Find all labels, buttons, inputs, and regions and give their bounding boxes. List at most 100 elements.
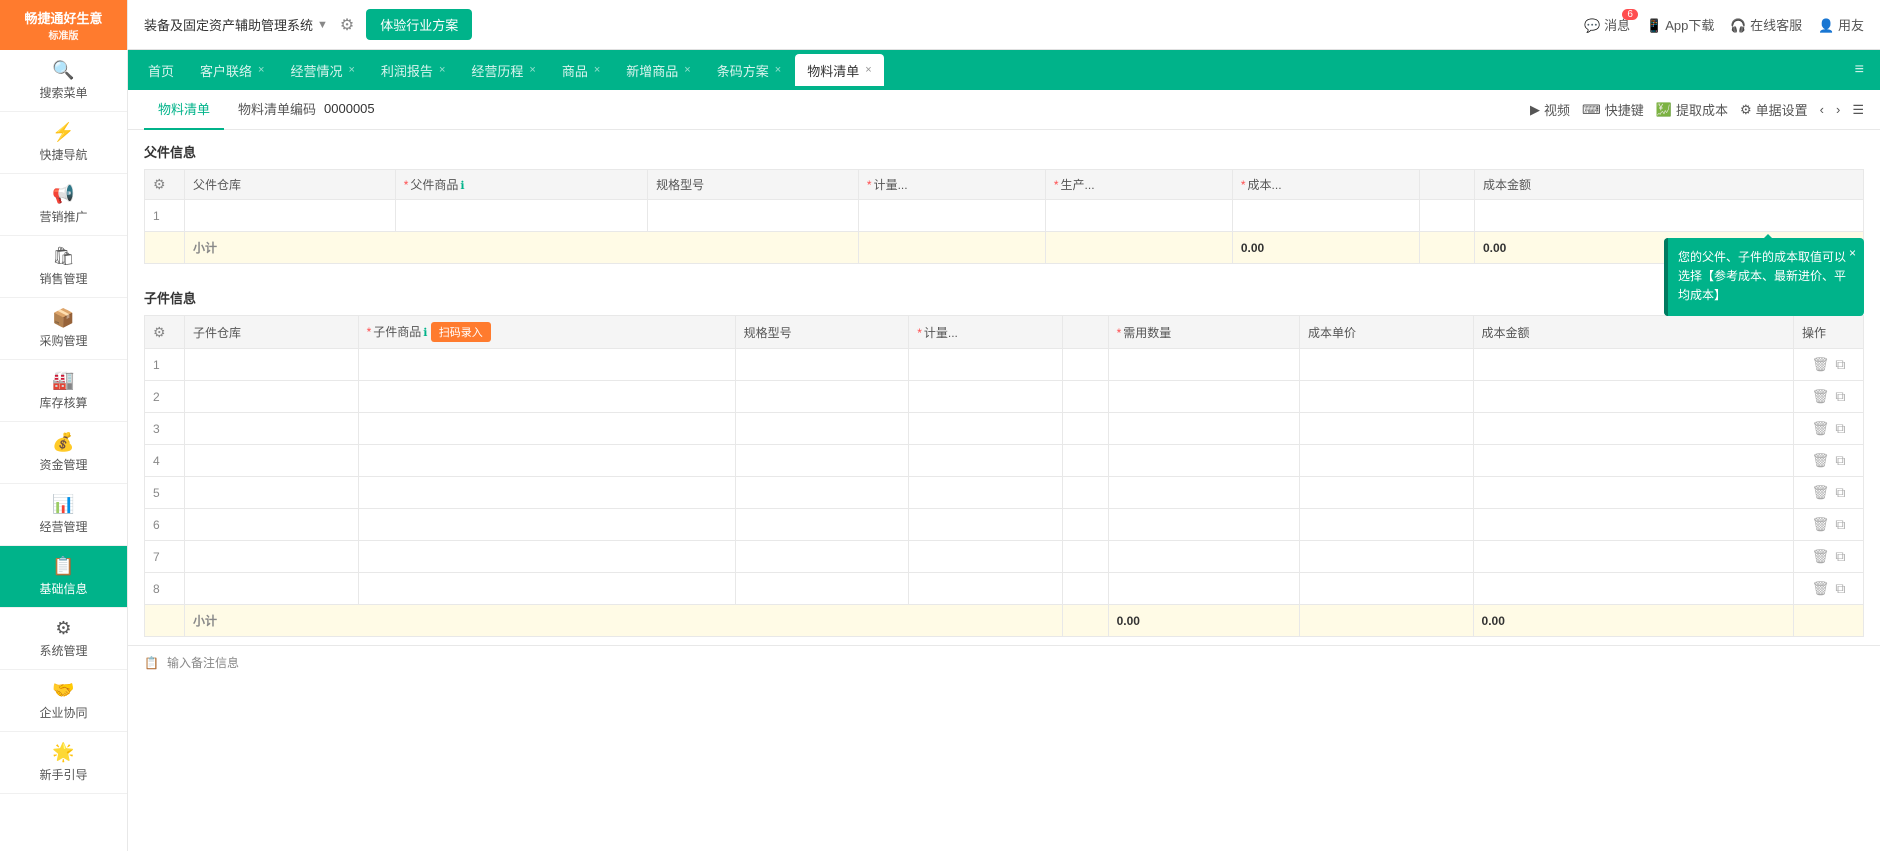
child-row-needed-qty[interactable] [1108,445,1299,477]
delete-icon[interactable]: 🗑 [1812,548,1830,565]
child-row-needed-qty[interactable] [1108,509,1299,541]
tab-profit-close-icon[interactable]: × [439,64,445,76]
child-row-quantity[interactable] [909,349,1063,381]
sidebar-item-inventory[interactable]: 🏭 库存核算 [0,360,127,422]
child-row-quantity[interactable] [909,445,1063,477]
child-row-quantity[interactable] [909,381,1063,413]
parent-row-spec[interactable] [648,200,859,232]
copy-icon[interactable]: ⧉ [1835,356,1845,373]
message-btn[interactable]: 💬 消息 6 [1584,15,1630,34]
child-row-needed-qty[interactable] [1108,541,1299,573]
parent-row-quantity[interactable] [858,200,1045,232]
child-row-goods[interactable] [358,445,735,477]
sidebar-item-basic-info[interactable]: 📋 基础信息 [0,546,127,608]
child-row-warehouse[interactable] [185,445,359,477]
tab-bom-close-icon[interactable]: × [865,64,871,76]
copy-icon[interactable]: ⧉ [1835,516,1845,533]
child-row-extra[interactable] [1063,541,1108,573]
child-row-warehouse[interactable] [185,413,359,445]
delete-icon[interactable]: 🗑 [1812,484,1830,501]
child-row-warehouse[interactable] [185,573,359,605]
extract-cost-btn[interactable]: 💹 提取成本 [1656,100,1728,119]
child-row-spec[interactable] [735,349,909,381]
child-row-warehouse[interactable] [185,509,359,541]
child-row-spec[interactable] [735,509,909,541]
tab-history-close-icon[interactable]: × [529,64,535,76]
child-row-warehouse[interactable] [185,349,359,381]
child-row-goods[interactable] [358,413,735,445]
tab-profit-report[interactable]: 利润报告 × [369,54,457,86]
child-row-unit-cost[interactable] [1299,381,1473,413]
tab-ops-history[interactable]: 经营历程 × [459,54,547,86]
sidebar-item-finance[interactable]: 💰 资金管理 [0,422,127,484]
sidebar-item-system[interactable]: ⚙ 系统管理 [0,608,127,670]
sidebar-item-sales[interactable]: 🛍 销售管理 [0,236,127,298]
child-row-needed-qty[interactable] [1108,413,1299,445]
child-row-quantity[interactable] [909,541,1063,573]
tab-barcode[interactable]: 条码方案 × [705,54,793,86]
tab-goods[interactable]: 商品 × [550,54,612,86]
copy-icon[interactable]: ⧉ [1835,580,1845,597]
single-settings-btn[interactable]: ⚙ 单据设置 [1740,100,1808,119]
copy-icon[interactable]: ⧉ [1835,420,1845,437]
child-row-goods[interactable] [358,509,735,541]
sidebar-item-enterprise[interactable]: 🤝 企业协同 [0,670,127,732]
app-download-btn[interactable]: 📱 App下载 [1646,15,1714,34]
child-row-extra[interactable] [1063,445,1108,477]
child-row-spec[interactable] [735,573,909,605]
child-row-quantity[interactable] [909,413,1063,445]
child-row-needed-qty[interactable] [1108,381,1299,413]
child-row-extra[interactable] [1063,509,1108,541]
user-avatar[interactable]: 👤 用友 [1818,15,1864,34]
tab-barcode-close-icon[interactable]: × [775,64,781,76]
child-row-quantity[interactable] [909,573,1063,605]
copy-icon[interactable]: ⧉ [1835,452,1845,469]
parent-row-goods[interactable] [395,200,647,232]
child-row-warehouse[interactable] [185,381,359,413]
child-row-unit-cost[interactable] [1299,541,1473,573]
delete-icon[interactable]: 🗑 [1812,580,1830,597]
child-row-spec[interactable] [735,477,909,509]
tab-addgoods-close-icon[interactable]: × [684,64,690,76]
parent-row-extra[interactable] [1419,200,1474,232]
tab-add-goods[interactable]: 新增商品 × [614,54,702,86]
settings-gear-icon[interactable]: ⚙ [153,176,166,192]
sub-tab-bom-list[interactable]: 物料清单 [144,90,224,130]
child-row-unit-cost[interactable] [1299,349,1473,381]
parent-row-warehouse[interactable] [185,200,396,232]
child-row-spec[interactable] [735,413,909,445]
experience-btn[interactable]: 体验行业方案 [366,9,472,40]
child-row-spec[interactable] [735,445,909,477]
child-row-spec[interactable] [735,381,909,413]
sub-tab-bom-code[interactable]: 物料清单编码 0000005 [224,90,389,130]
delete-icon[interactable]: 🗑 [1812,356,1830,373]
child-row-goods[interactable] [358,381,735,413]
tab-ops-close-icon[interactable]: × [348,64,354,76]
sidebar-item-search[interactable]: 🔍 搜索菜单 [0,50,127,112]
child-row-goods[interactable] [358,349,735,381]
child-row-unit-cost[interactable] [1299,509,1473,541]
video-btn[interactable]: ▶ 视频 [1530,100,1570,119]
child-row-quantity[interactable] [909,477,1063,509]
child-row-extra[interactable] [1063,573,1108,605]
scan-btn[interactable]: 扫码录入 [431,322,491,342]
tab-bom-list[interactable]: 物料清单 × [795,54,883,86]
nav-prev-icon[interactable]: ‹ [1820,102,1824,117]
child-row-extra[interactable] [1063,349,1108,381]
online-service-btn[interactable]: 🎧 在线客服 [1730,15,1802,34]
child-row-needed-qty[interactable] [1108,573,1299,605]
sidebar-item-guide[interactable]: 🌟 新手引导 [0,732,127,794]
child-row-spec[interactable] [735,541,909,573]
child-row-warehouse[interactable] [185,541,359,573]
child-row-goods[interactable] [358,573,735,605]
tab-customer[interactable]: 客户联络 × [188,54,276,86]
parent-row-production[interactable] [1045,200,1232,232]
sidebar-item-purchase[interactable]: 📦 采购管理 [0,298,127,360]
child-row-extra[interactable] [1063,413,1108,445]
child-row-quantity[interactable] [909,509,1063,541]
system-title-dropdown[interactable]: 装备及固定资产辅助管理系统 ▼ [144,15,328,34]
delete-icon[interactable]: 🗑 [1812,516,1830,533]
child-row-unit-cost[interactable] [1299,445,1473,477]
child-row-unit-cost[interactable] [1299,573,1473,605]
tab-home[interactable]: 首页 [136,54,186,86]
